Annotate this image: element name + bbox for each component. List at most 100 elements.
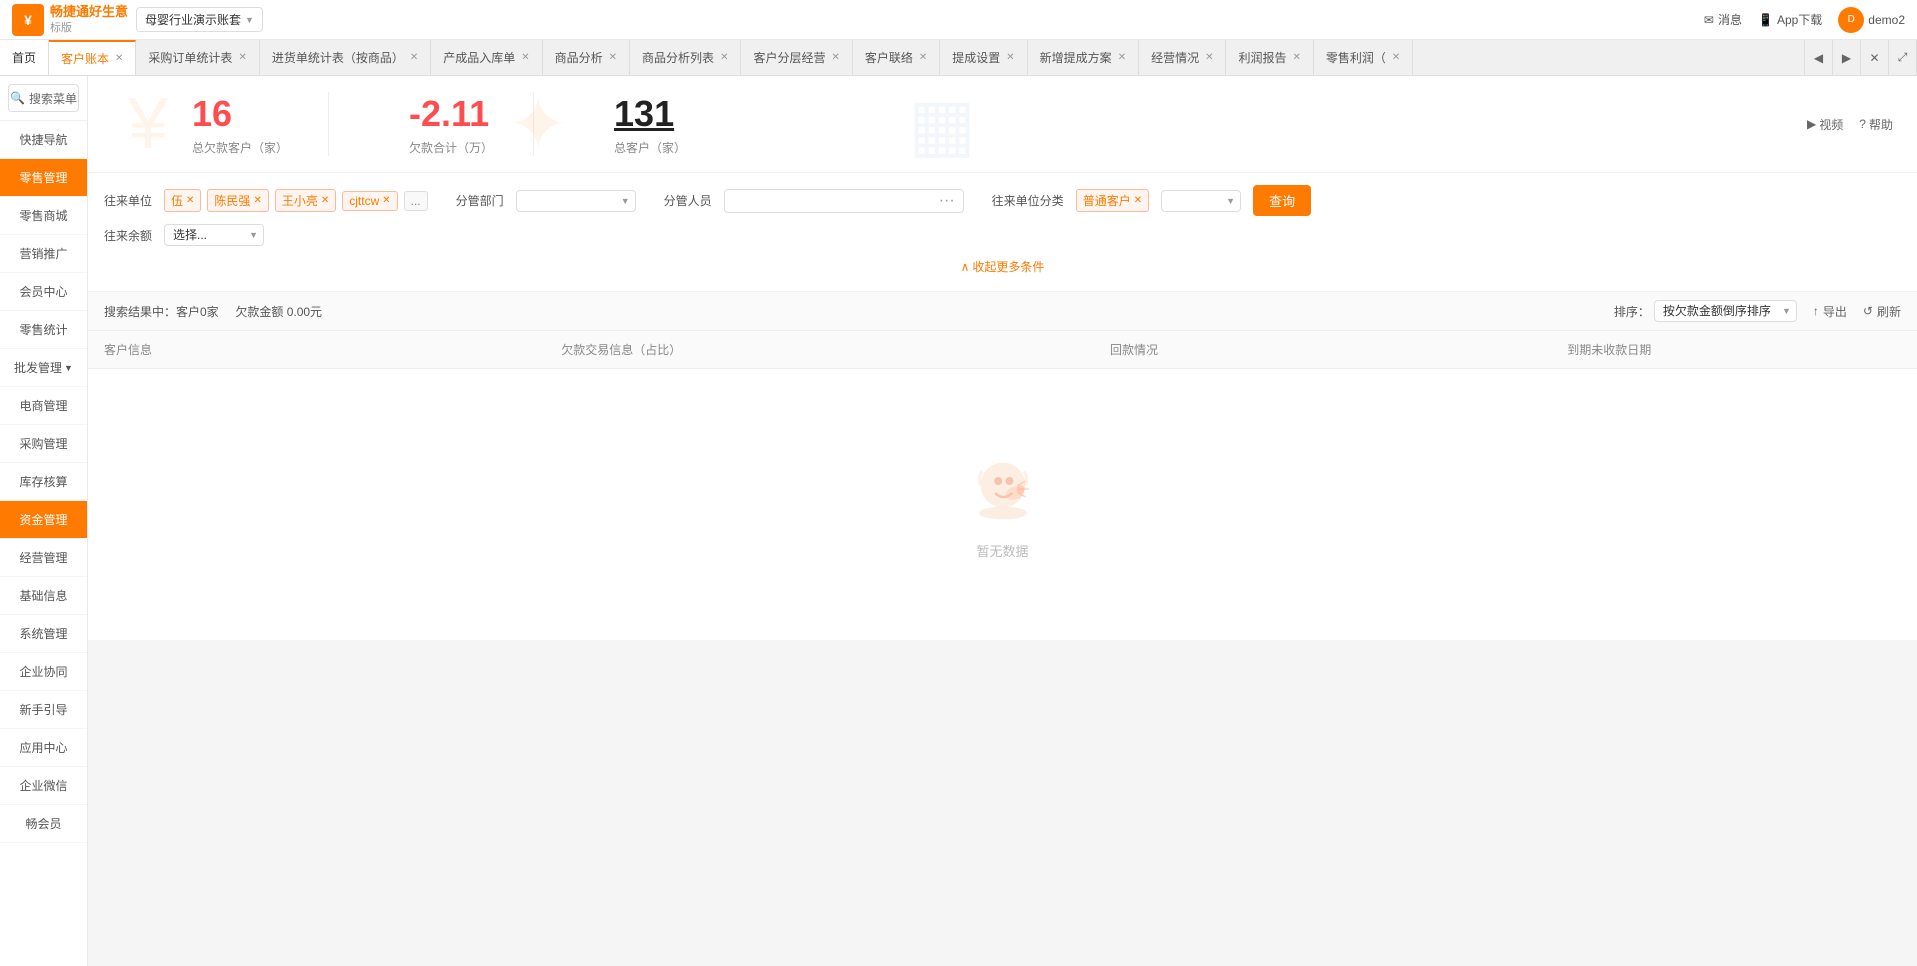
sidebar-item-finance[interactable]: 资金管理 [0, 501, 87, 539]
sidebar-item-retail-mgmt[interactable]: 零售管理 [0, 159, 87, 197]
collapse-row: ∧ 收起更多条件 [104, 254, 1901, 279]
tag-close-btn-4[interactable]: ✕ [382, 195, 390, 206]
close-icon[interactable]: ✕ [1293, 52, 1301, 63]
sort-select[interactable]: 按欠款金额倒序排序 [1654, 300, 1797, 322]
close-icon[interactable]: ✕ [1006, 52, 1014, 63]
total-customers2-label: 总客户（家） [614, 139, 686, 156]
sidebar-item-quick-nav[interactable]: 快捷导航 [0, 121, 87, 159]
tab-retail-profit[interactable]: 零售利润（ ✕ [1314, 40, 1413, 76]
collapse-btn[interactable]: ∧ 收起更多条件 [949, 254, 1057, 279]
help-btn[interactable]: ? 帮助 [1859, 116, 1893, 133]
refresh-btn[interactable]: ↺ 刷新 [1863, 303, 1901, 320]
tab-customer-segment[interactable]: 客户分层经营 ✕ [741, 40, 852, 76]
export-btn[interactable]: ↑ 导出 [1813, 303, 1847, 320]
dept-select[interactable] [516, 190, 636, 212]
total-customers-value: 16 [192, 92, 232, 135]
data-table: 客户信息 欠款交易信息（占比） 回款情况 到期未收款日期 [88, 331, 1917, 369]
result-info-right: 排序： 按欠款金额倒序排序 ↑ 导出 ↺ 刷新 [1614, 300, 1901, 322]
tag-close-btn-3[interactable]: ✕ [321, 195, 329, 206]
tab-customer-accounts[interactable]: 客户账本 ✕ [49, 40, 136, 76]
sidebar-item-wholesale-mgmt[interactable]: 批发管理 ▼ [0, 349, 87, 387]
close-icon[interactable]: ✕ [115, 53, 123, 64]
tab-inbound-stats[interactable]: 进货单统计表（按商品） ✕ [260, 40, 431, 76]
export-icon: ↑ [1813, 304, 1819, 318]
tab-next-btn[interactable]: ▶ [1833, 40, 1861, 76]
sidebar-item-enterprise-wechat[interactable]: 企业微信 [0, 767, 87, 805]
tab-product-analysis[interactable]: 商品分析 ✕ [543, 40, 630, 76]
tab-purchase-order-stats[interactable]: 采购订单统计表 ✕ [136, 40, 259, 76]
close-icon[interactable]: ✕ [521, 52, 529, 63]
tab-profit-report[interactable]: 利润报告 ✕ [1226, 40, 1313, 76]
unit-label: 往来单位 [104, 192, 152, 209]
sidebar-item-basic-info[interactable]: 基础信息 [0, 577, 87, 615]
category-tag-close-btn[interactable]: ✕ [1134, 195, 1142, 206]
close-icon[interactable]: ✕ [1392, 52, 1400, 63]
tab-operation-status[interactable]: 经营情况 ✕ [1139, 40, 1226, 76]
sidebar-item-member-center[interactable]: 会员中心 [0, 273, 87, 311]
sidebar-item-enterprise-collab[interactable]: 企业协同 [0, 653, 87, 691]
filter-row-2: 往来余额 选择... [104, 224, 1901, 246]
close-icon[interactable]: ✕ [238, 52, 246, 63]
sidebar-item-inventory[interactable]: 库存核算 [0, 463, 87, 501]
search-menu-btn[interactable]: 🔍 搜索菜单 [8, 84, 79, 112]
filter-tag-4: cjttcw ✕ [342, 191, 397, 211]
stats-header: ¥ 16 总欠款客户（家） ✦ -2.11 欠款合计（万） ▦ 131 总客户（… [88, 76, 1917, 173]
topbar-right: ✉ 消息 📱 App下载 D demo2 [1704, 7, 1905, 33]
content-area: ¥ 16 总欠款客户（家） ✦ -2.11 欠款合计（万） ▦ 131 总客户（… [88, 76, 1917, 966]
tab-close-all-btn[interactable]: ✕ [1861, 40, 1889, 76]
filter-tag-1: 伍 ✕ [164, 189, 201, 212]
close-icon[interactable]: ✕ [831, 52, 839, 63]
tab-promotion-settings[interactable]: 提成设置 ✕ [940, 40, 1027, 76]
close-icon[interactable]: ✕ [410, 52, 418, 63]
tab-product-inbound[interactable]: 产成品入库单 ✕ [431, 40, 542, 76]
close-icon[interactable]: ✕ [609, 52, 617, 63]
tag-close-btn-1[interactable]: ✕ [186, 195, 194, 206]
tab-add-promotion[interactable]: 新增提成方案 ✕ [1028, 40, 1139, 76]
tab-prev-btn[interactable]: ◀ [1805, 40, 1833, 76]
category-label: 往来单位分类 [992, 192, 1064, 209]
app-download-btn[interactable]: 📱 App下载 [1758, 11, 1822, 28]
close-icon[interactable]: ✕ [1205, 52, 1213, 63]
query-button[interactable]: 查询 [1253, 185, 1311, 216]
person-input[interactable] [733, 194, 935, 208]
user-menu[interactable]: D demo2 [1838, 7, 1905, 33]
message-btn[interactable]: ✉ 消息 [1704, 11, 1742, 28]
sidebar-item-purchase-mgmt[interactable]: 采购管理 [0, 425, 87, 463]
sidebar-item-app-center[interactable]: 应用中心 [0, 729, 87, 767]
filter-tag-3: 王小亮 ✕ [275, 189, 336, 212]
close-icon[interactable]: ✕ [1118, 52, 1126, 63]
search-icon: 🔍 [10, 91, 25, 105]
sidebar-item-vip-member[interactable]: 畅会员 [0, 805, 87, 843]
empty-state: 暂无数据 [88, 369, 1917, 640]
video-icon: ▶ [1807, 117, 1816, 131]
sidebar-item-newbie-guide[interactable]: 新手引导 [0, 691, 87, 729]
result-info-bar: 搜索结果中：客户0家 欠款金额 0.00元 排序： 按欠款金额倒序排序 ↑ 导出 [88, 292, 1917, 331]
sidebar-item-operations[interactable]: 经营管理 [0, 539, 87, 577]
filter-tag-more[interactable]: ... [404, 191, 428, 211]
tab-customer-contact[interactable]: 客户联络 ✕ [853, 40, 940, 76]
sort-wrapper: 排序： 按欠款金额倒序排序 [1614, 300, 1797, 322]
sidebar-item-system-mgmt[interactable]: 系统管理 [0, 615, 87, 653]
close-icon[interactable]: ✕ [919, 52, 927, 63]
more-dots-icon[interactable]: ··· [939, 193, 955, 209]
filter-row-1: 往来单位 伍 ✕ 陈民强 ✕ 王小亮 ✕ cjttcw [104, 185, 1901, 216]
empty-icon [963, 449, 1043, 529]
tab-maximize-btn[interactable]: ⤢ [1889, 40, 1917, 76]
tab-home[interactable]: 首页 [0, 40, 49, 76]
tag-close-btn-2[interactable]: ✕ [253, 195, 261, 206]
tab-product-analysis-list[interactable]: 商品分析列表 ✕ [630, 40, 741, 76]
category-select[interactable] [1161, 190, 1241, 212]
balance-select[interactable]: 选择... [164, 224, 264, 246]
sidebar-item-ecommerce[interactable]: 电商管理 [0, 387, 87, 425]
col-customer-info: 客户信息 [88, 331, 545, 369]
video-btn[interactable]: ▶ 视频 [1807, 116, 1843, 133]
help-icon: ? [1859, 117, 1866, 131]
account-dropdown[interactable]: 母婴行业演示账套 ▼ [136, 7, 263, 32]
sidebar-item-retail-stats[interactable]: 零售统计 [0, 311, 87, 349]
stat-block-customers: 16 总欠款客户（家） [112, 92, 329, 156]
close-icon[interactable]: ✕ [720, 52, 728, 63]
sidebar-item-retail-mall[interactable]: 零售商城 [0, 197, 87, 235]
sidebar-item-marketing[interactable]: 营销推广 [0, 235, 87, 273]
person-input-wrapper: ··· [724, 189, 964, 213]
filter-area: 往来单位 伍 ✕ 陈民强 ✕ 王小亮 ✕ cjttcw [88, 173, 1917, 292]
